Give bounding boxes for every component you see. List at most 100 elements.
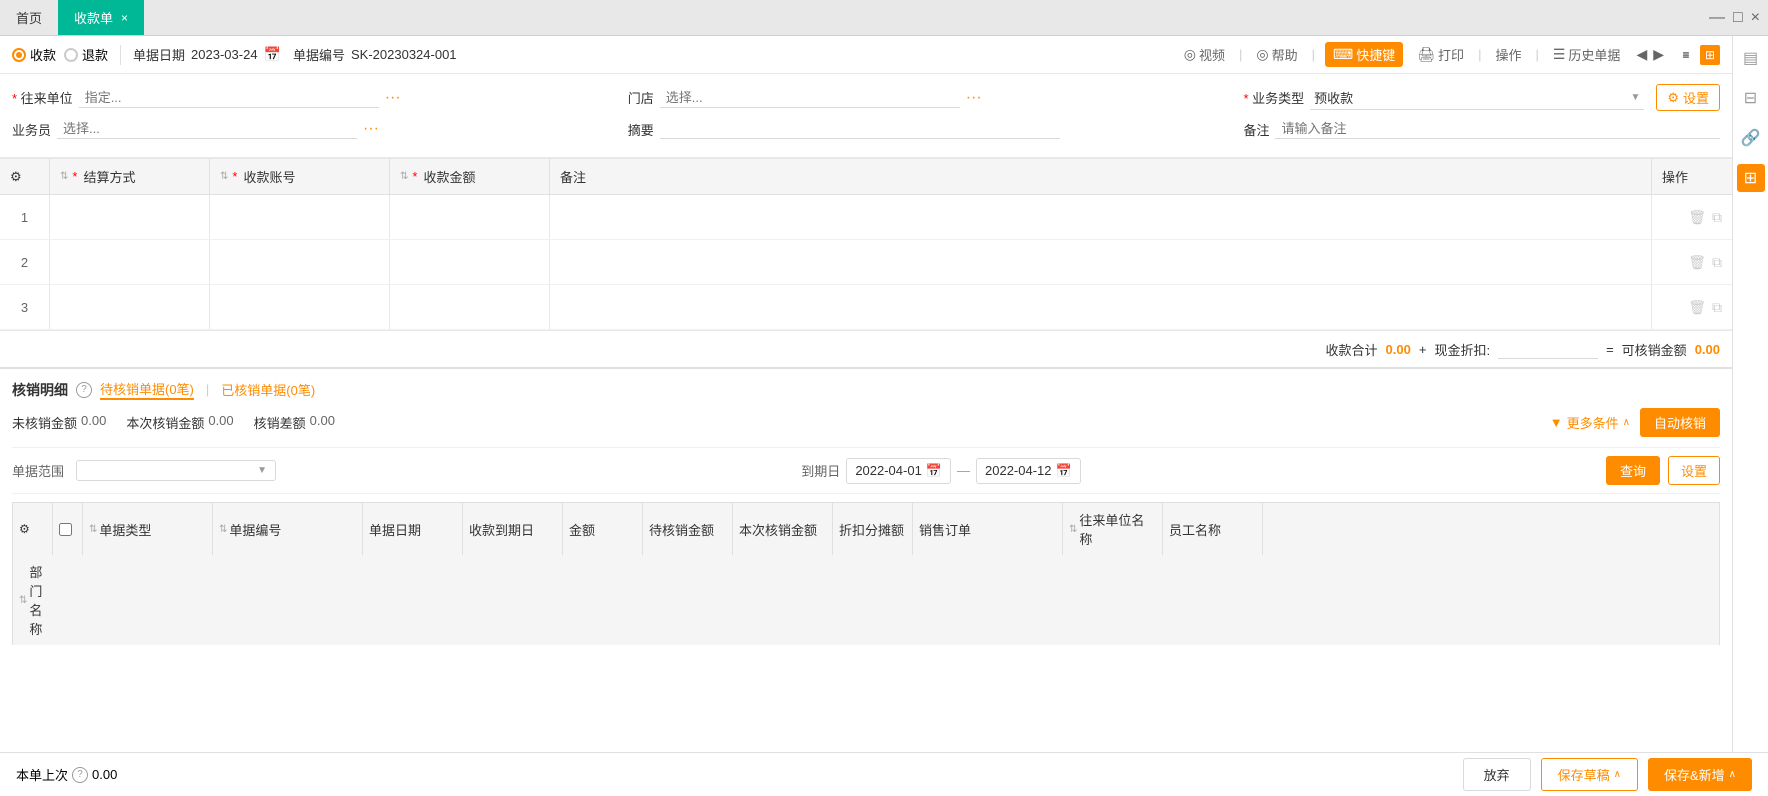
settings-label: 设置 <box>1683 88 1709 107</box>
wo-th-doc-date: 单据日期 <box>363 503 463 555</box>
shop-more-btn[interactable]: ··· <box>960 89 988 107</box>
history-btn[interactable]: ☰ 历史单据 <box>1549 43 1625 66</box>
wo-th-check[interactable] <box>53 503 83 555</box>
next-arrow[interactable]: ▶ <box>1651 44 1666 65</box>
list-view-icon[interactable]: ≡ <box>1676 45 1696 65</box>
shortcut-btn[interactable]: ⌨ 快捷键 <box>1325 42 1403 67</box>
summary-label: 摘要 <box>628 120 654 139</box>
row3-copy-icon[interactable]: ⧉ <box>1712 299 1722 316</box>
row2-delete-icon[interactable]: 🗑 <box>1688 254 1706 271</box>
shop-input[interactable] <box>660 88 960 108</box>
th-account-label: 收款账号 <box>243 167 295 186</box>
prev-label: 本单上次 <box>16 765 68 784</box>
row3-actions: 🗑 ⧉ <box>1652 285 1732 329</box>
row1-account[interactable] <box>210 195 390 239</box>
operation-btn[interactable]: 操作 <box>1491 43 1525 66</box>
date-to-input[interactable]: 2022-04-12 📅 <box>976 458 1081 484</box>
partner-field: 往来单位 ··· <box>12 88 608 108</box>
partner-input[interactable] <box>79 88 379 108</box>
summary-input[interactable] <box>660 119 1060 139</box>
radio-refund[interactable]: 退款 <box>64 45 108 64</box>
tab-collection[interactable]: 收款单 × <box>58 0 144 35</box>
range-select[interactable]: ▼ <box>76 460 276 481</box>
sidebar-link-icon[interactable]: 🔗 <box>1737 124 1765 152</box>
row2-account[interactable] <box>210 240 390 284</box>
form-area: 往来单位 ··· 门店 ··· 业务类型 预收款 ▼ <box>0 74 1732 158</box>
row3-remark[interactable] <box>550 285 1652 329</box>
section-title: 核销明细 ? 待核销单据(0笔) | 已核销单据(0笔) <box>12 379 1720 400</box>
writeoff-info-icon[interactable]: ? <box>76 382 92 398</box>
wo-th-staff: 员工名称 <box>1163 503 1263 555</box>
row1-amount[interactable] <box>390 195 550 239</box>
row3-delete-icon[interactable]: 🗑 <box>1688 299 1706 316</box>
row3-account[interactable] <box>210 285 390 329</box>
minimize-icon[interactable]: — <box>1709 9 1725 27</box>
staff-input[interactable] <box>57 119 357 139</box>
net-label: 可核销金额 <box>1622 340 1687 359</box>
prev-arrow[interactable]: ◀ <box>1634 44 1649 65</box>
print-btn[interactable]: 🖨 打印 <box>1413 43 1468 66</box>
wo-th-sales-order: 销售订单 <box>913 503 1063 555</box>
query-btn[interactable]: 查询 <box>1606 456 1660 485</box>
wo-th-partner: ⇅ 往来单位名称 <box>1063 503 1163 555</box>
history-label: 历史单据 <box>1568 45 1620 64</box>
tab-home[interactable]: 首页 <box>0 0 58 35</box>
row2-settlement[interactable] <box>50 240 210 284</box>
save-new-arrow: ∧ <box>1729 769 1736 780</box>
more-filter-btn[interactable]: ▼ 更多条件 ∧ <box>1550 413 1630 432</box>
date-from-input[interactable]: 2022-04-01 📅 <box>846 458 951 484</box>
pending-tab[interactable]: 待核销单据(0笔) <box>100 379 194 400</box>
toolbar-right: ◎ 视频 | ◎ 帮助 | ⌨ 快捷键 🖨 打印 | <box>1180 42 1720 67</box>
sidebar-expand-icon[interactable]: ⊞ <box>1737 164 1765 192</box>
date-to-value: 2022-04-12 <box>985 463 1052 478</box>
video-btn[interactable]: ◎ 视频 <box>1180 43 1229 66</box>
sum-value: 0.00 <box>1386 342 1411 357</box>
wo-th-gear[interactable]: ⚙ <box>13 503 53 555</box>
row1-remark[interactable] <box>550 195 1652 239</box>
filter-settings-btn[interactable]: 设置 <box>1668 456 1720 485</box>
select-all-checkbox[interactable] <box>59 523 72 536</box>
biz-type-select[interactable]: 预收款 ▼ <box>1310 86 1644 110</box>
sidebar-table-icon[interactable]: ▤ <box>1737 44 1765 72</box>
note-label: 备注 <box>1243 120 1269 139</box>
tab-close-icon[interactable]: × <box>121 11 128 25</box>
save-new-btn[interactable]: 保存&新增 ∧ <box>1648 758 1752 791</box>
save-draft-btn[interactable]: 保存草稿 ∧ <box>1541 758 1638 791</box>
sidebar-list-icon[interactable]: ⊟ <box>1737 84 1765 112</box>
calendar-from-icon: 📅 <box>926 463 942 479</box>
partner-more-btn[interactable]: ··· <box>379 89 407 107</box>
radio-collection[interactable]: 收款 <box>12 45 56 64</box>
unchecked-label: 未核销金额 <box>12 413 77 432</box>
grid-view-icon[interactable]: ⊞ <box>1700 45 1720 65</box>
staff-field: 业务员 ··· <box>12 119 608 139</box>
close-icon[interactable]: × <box>1751 9 1760 27</box>
bottom-bar: 本单上次 ? 0.00 放弃 保存草稿 ∧ 保存&新增 ∧ <box>0 752 1768 796</box>
row3-amount[interactable] <box>390 285 550 329</box>
help-label: 帮助 <box>1272 45 1298 64</box>
staff-more-btn[interactable]: ··· <box>357 120 385 138</box>
th-gear[interactable]: ⚙ <box>0 159 50 194</box>
row1-delete-icon[interactable]: 🗑 <box>1688 209 1706 226</box>
right-sidebar: ▤ ⊟ 🔗 ⊞ <box>1732 36 1768 796</box>
view-icons: ≡ ⊞ <box>1676 45 1720 65</box>
auto-writeoff-btn[interactable]: 自动核销 <box>1640 408 1720 437</box>
row2-amount[interactable] <box>390 240 550 284</box>
settings-btn[interactable]: ⚙ 设置 <box>1656 84 1720 111</box>
row1-settlement[interactable] <box>50 195 210 239</box>
row1-copy-icon[interactable]: ⧉ <box>1712 209 1722 226</box>
date-range: 到期日 2022-04-01 📅 — 2022-04-12 📅 <box>801 458 1080 484</box>
calendar-icon[interactable]: 📅 <box>264 46 281 63</box>
plus-sign: + <box>1419 342 1427 357</box>
operation-label: 操作 <box>1495 45 1521 64</box>
row2-copy-icon[interactable]: ⧉ <box>1712 254 1722 271</box>
equals-sign: = <box>1606 342 1614 357</box>
help-btn[interactable]: ◎ 帮助 <box>1252 43 1301 66</box>
row3-settlement[interactable] <box>50 285 210 329</box>
done-tab[interactable]: 已核销单据(0笔) <box>221 380 315 399</box>
note-input[interactable] <box>1275 119 1720 139</box>
row2-remark[interactable] <box>550 240 1652 284</box>
abandon-btn[interactable]: 放弃 <box>1463 758 1531 791</box>
prev-info-icon[interactable]: ? <box>72 767 88 783</box>
discount-input[interactable] <box>1498 339 1598 359</box>
maximize-icon[interactable]: □ <box>1733 9 1743 27</box>
